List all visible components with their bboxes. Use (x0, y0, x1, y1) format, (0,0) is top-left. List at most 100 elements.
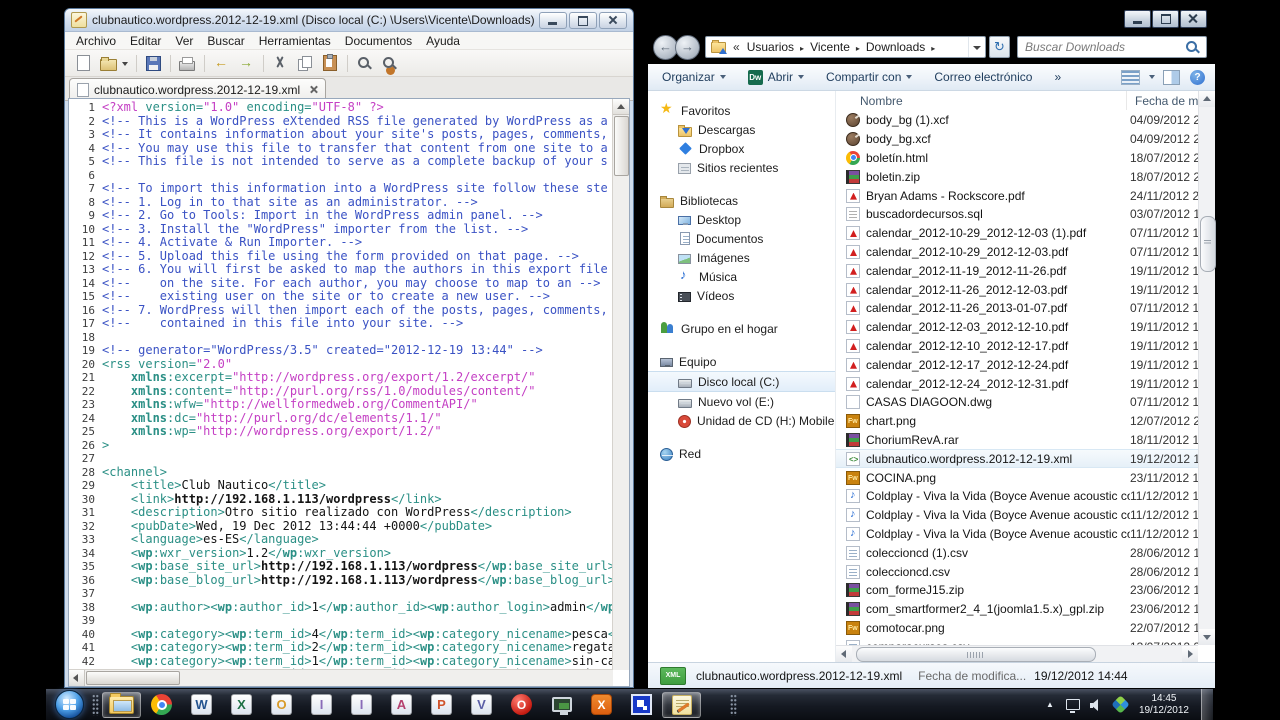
file-row[interactable]: boletin.zip 18/07/2012 2 (836, 167, 1198, 186)
file-row[interactable]: chart.png 12/07/2012 2 (836, 412, 1198, 431)
nav-item-sitios-recientes[interactable]: Sitios recientes (648, 158, 835, 177)
file-row[interactable]: Coldplay - Viva la Vida (Boyce Avenue ac… (836, 506, 1198, 525)
taskbar-visio-button[interactable]: V (462, 692, 501, 718)
nav-item-descargas[interactable]: Descargas (648, 120, 835, 139)
file-row[interactable]: comotocar.png 22/07/2012 1 (836, 619, 1198, 638)
change-view-icon[interactable] (1121, 69, 1140, 85)
taskbar-remote-desktop-button[interactable] (542, 692, 581, 718)
menu-item-buscar[interactable]: Buscar (200, 34, 251, 48)
files-vertical-scrollbar[interactable] (1198, 91, 1216, 645)
email-button[interactable]: Correo electrónico (934, 70, 1032, 84)
file-row[interactable]: calendar_2012-10-29_2012-12-03.pdf 07/11/… (836, 243, 1198, 262)
toolbar-copy-button[interactable] (293, 52, 317, 74)
forward-button[interactable] (675, 35, 700, 60)
horizontal-scrollbar-thumb[interactable] (86, 671, 180, 685)
nav-item-unidad-de-cd-h-mobile-pa[interactable]: Unidad de CD (H:) Mobile Pa (648, 411, 835, 430)
toolbar-find-button[interactable] (352, 52, 376, 74)
toolbar-open-button[interactable] (96, 52, 120, 74)
vertical-scrollbar-thumb[interactable] (1200, 216, 1216, 272)
search-box[interactable]: Buscar Downloads (1017, 36, 1207, 58)
scroll-right-icon[interactable] (1182, 646, 1198, 662)
file-row[interactable]: coleccioncd (1).csv 28/06/2012 1 (836, 543, 1198, 562)
nav-item-nuevo-vol-e[interactable]: Nuevo vol (E:) (648, 392, 835, 411)
taskbar-blue-app-button[interactable] (622, 692, 661, 718)
gedit-close-button[interactable] (599, 11, 627, 29)
file-row[interactable]: body_bg (1).xcf 04/09/2012 2 (836, 111, 1198, 130)
gedit-minimize-button[interactable] (539, 11, 567, 29)
taskbar-excel-button[interactable]: X (222, 692, 261, 718)
refresh-button[interactable] (989, 36, 1010, 58)
breadcrumb-vicente[interactable]: Vicente (806, 40, 854, 54)
nav-item-favoritos[interactable]: Favoritos (648, 100, 835, 120)
file-row[interactable]: calendar_2012-11-19_2012-11-26.pdf 19/11/… (836, 261, 1198, 280)
breadcrumb-usuarios[interactable]: Usuarios (743, 40, 798, 54)
file-row[interactable]: calendar_2012-12-24_2012-12-31.pdf 19/11/… (836, 374, 1198, 393)
search-input[interactable]: Buscar Downloads (1018, 40, 1184, 54)
start-button[interactable] (55, 690, 84, 719)
file-row[interactable]: calendar_2012-12-10_2012-12-17.pdf 19/11/… (836, 337, 1198, 356)
show-desktop-button[interactable] (1201, 688, 1213, 720)
file-row[interactable]: com_smartformer2_4_1(joomla1.5.x)_gpl.zi… (836, 600, 1198, 619)
share-button[interactable]: Compartir con (826, 70, 913, 84)
hidden-icons-button[interactable] (1046, 700, 1054, 709)
file-row[interactable]: CASAS DIAGOON.dwg 07/11/2012 1 (836, 393, 1198, 412)
nav-item-bibliotecas[interactable]: Bibliotecas (648, 191, 835, 210)
nav-item-m-sica[interactable]: Música (648, 267, 835, 286)
taskbar-windows-explorer-button[interactable] (102, 691, 141, 718)
explorer-restore-button[interactable] (1152, 10, 1179, 28)
gedit-titlebar[interactable]: clubnautico.wordpress.2012-12-19.xml (Di… (65, 9, 633, 32)
nav-item-dropbox[interactable]: Dropbox (648, 139, 835, 158)
nav-item-disco-local-c[interactable]: Disco local (C:) (648, 371, 835, 392)
scroll-up-icon[interactable] (1199, 91, 1215, 107)
menu-item-herramientas[interactable]: Herramientas (252, 34, 338, 48)
file-row[interactable]: boletín.html 18/07/2012 2 (836, 149, 1198, 168)
taskbar-access-button[interactable]: A (382, 692, 421, 718)
nav-item-grupo-en-el-hogar[interactable]: Grupo en el hogar (648, 319, 835, 338)
toolbar-paste-button[interactable] (318, 52, 342, 74)
file-row[interactable]: comparacursos.csv13/07/2012 2 (836, 637, 1198, 645)
vertical-scrollbar-thumb[interactable] (614, 116, 629, 176)
nav-item-equipo[interactable]: Equipo (648, 352, 835, 371)
file-row[interactable]: buscadordecursos.sql 03/07/2012 1 (836, 205, 1198, 224)
explorer-minimize-button[interactable] (1124, 10, 1151, 28)
nav-item-v-deos[interactable]: Vídeos (648, 286, 835, 305)
column-header-name[interactable]: Nombre (836, 94, 1126, 108)
file-row[interactable]: calendar_2012-11-26_2013-01-07.pdf 07/11/… (836, 299, 1198, 318)
taskbar-outlook-button[interactable]: O (262, 692, 301, 718)
nav-item-red[interactable]: Red (648, 444, 835, 463)
taskbar-infopath-2-button[interactable]: I (342, 692, 381, 718)
address-dropdown-icon[interactable] (968, 37, 985, 57)
file-row[interactable]: com_formeJ15.zip 23/06/2012 1 (836, 581, 1198, 600)
file-row[interactable]: body_bg.xcf 04/09/2012 2 (836, 130, 1198, 149)
more-commands-button[interactable]: » (1054, 70, 1061, 84)
file-row[interactable]: calendar_2012-10-29_2012-12-03 (1).pdf 07… (836, 224, 1198, 243)
organize-button[interactable]: Organizar (662, 70, 726, 84)
toolbar-new-button[interactable] (71, 52, 95, 74)
nav-item-documentos[interactable]: Documentos (648, 229, 835, 248)
security-icon[interactable] (1111, 695, 1130, 714)
scroll-left-icon[interactable] (69, 670, 85, 686)
scroll-left-icon[interactable] (836, 646, 852, 662)
menu-item-editar[interactable]: Editar (123, 34, 168, 48)
toolbar-undo-button[interactable] (209, 52, 233, 74)
gedit-tab[interactable]: clubnautico.wordpress.2012-12-19.xml (69, 78, 327, 100)
file-row[interactable]: Bryan Adams - Rockscore.pdf 24/11/2012 2 (836, 186, 1198, 205)
gedit-text-area[interactable]: 1 <?xml version= "1.0" encoding= "UTF-8" ?>… (68, 98, 630, 687)
explorer-close-button[interactable] (1180, 10, 1207, 28)
taskbar-gedit-button[interactable] (662, 691, 701, 718)
file-row[interactable]: clubnautico.wordpress.2012-12-19.xml 19/1… (836, 449, 1198, 469)
gedit-horizontal-scrollbar[interactable] (69, 669, 613, 686)
volume-icon[interactable] (1089, 698, 1104, 711)
toolbar-replace-button[interactable] (377, 52, 401, 74)
scroll-up-icon[interactable] (613, 99, 629, 115)
open-dropdown-icon[interactable] (121, 52, 130, 74)
code-editor[interactable]: 1 <?xml version= "1.0" encoding= "UTF-8" ?>… (69, 99, 613, 670)
gedit-vertical-scrollbar[interactable] (612, 99, 629, 670)
file-row[interactable]: Coldplay - Viva la Vida (Boyce Avenue ac… (836, 525, 1198, 544)
toolbar-redo-button[interactable] (234, 52, 258, 74)
network-icon[interactable] (1065, 699, 1080, 713)
taskbar-google-chrome-button[interactable] (142, 692, 181, 718)
clock[interactable]: 14:45 19/12/2012 (1139, 693, 1189, 717)
menu-item-ver[interactable]: Ver (168, 34, 200, 48)
file-row[interactable]: calendar_2012-11-26_2012-12-03.pdf 19/11/… (836, 280, 1198, 299)
